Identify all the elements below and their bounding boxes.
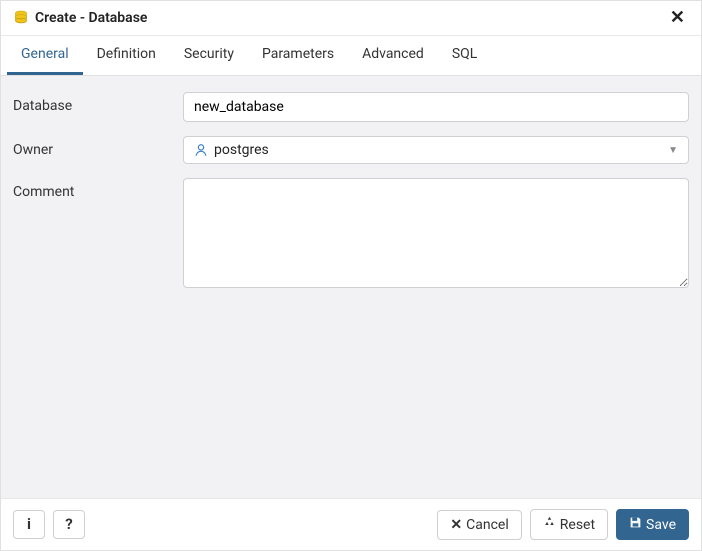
dialog-footer: i ? ✕ Cancel Reset Save	[1, 498, 701, 550]
owner-value: postgres	[214, 142, 668, 158]
close-icon: ✕	[450, 518, 462, 532]
reset-button[interactable]: Reset	[530, 509, 608, 540]
dialog-body: Database Owner postgres ▼ Comment	[1, 76, 701, 498]
tab-definition[interactable]: Definition	[83, 36, 170, 75]
database-label: Database	[13, 92, 183, 114]
cancel-label: Cancel	[466, 517, 509, 533]
reset-label: Reset	[560, 517, 595, 533]
comment-label: Comment	[13, 178, 183, 200]
form-row-database: Database	[13, 92, 689, 122]
help-button[interactable]: ?	[53, 510, 85, 539]
database-icon	[13, 10, 29, 26]
info-icon: i	[27, 517, 31, 532]
close-icon[interactable]: ✕	[666, 9, 689, 27]
user-icon	[194, 143, 208, 157]
owner-field-wrap: postgres ▼	[183, 136, 689, 164]
chevron-down-icon: ▼	[668, 145, 678, 156]
owner-select[interactable]: postgres ▼	[183, 136, 689, 164]
form-row-comment: Comment	[13, 178, 689, 292]
dialog-header: Create - Database ✕	[1, 1, 701, 36]
tab-parameters[interactable]: Parameters	[248, 36, 348, 75]
info-button[interactable]: i	[13, 510, 45, 539]
tab-bar: General Definition Security Parameters A…	[1, 36, 701, 76]
comment-textarea[interactable]	[183, 178, 689, 288]
form-row-owner: Owner postgres ▼	[13, 136, 689, 164]
tab-general[interactable]: General	[7, 36, 83, 75]
help-icon: ?	[65, 517, 72, 532]
recycle-icon	[543, 516, 556, 533]
tab-sql[interactable]: SQL	[438, 36, 491, 75]
owner-label: Owner	[13, 136, 183, 158]
save-label: Save	[646, 517, 676, 533]
dialog-title: Create - Database	[35, 10, 666, 26]
save-icon	[629, 516, 642, 533]
cancel-button[interactable]: ✕ Cancel	[437, 510, 521, 540]
tab-security[interactable]: Security	[170, 36, 248, 75]
tab-advanced[interactable]: Advanced	[348, 36, 438, 75]
save-button[interactable]: Save	[616, 509, 689, 540]
database-input[interactable]	[183, 92, 689, 122]
database-field-wrap	[183, 92, 689, 122]
comment-field-wrap	[183, 178, 689, 292]
